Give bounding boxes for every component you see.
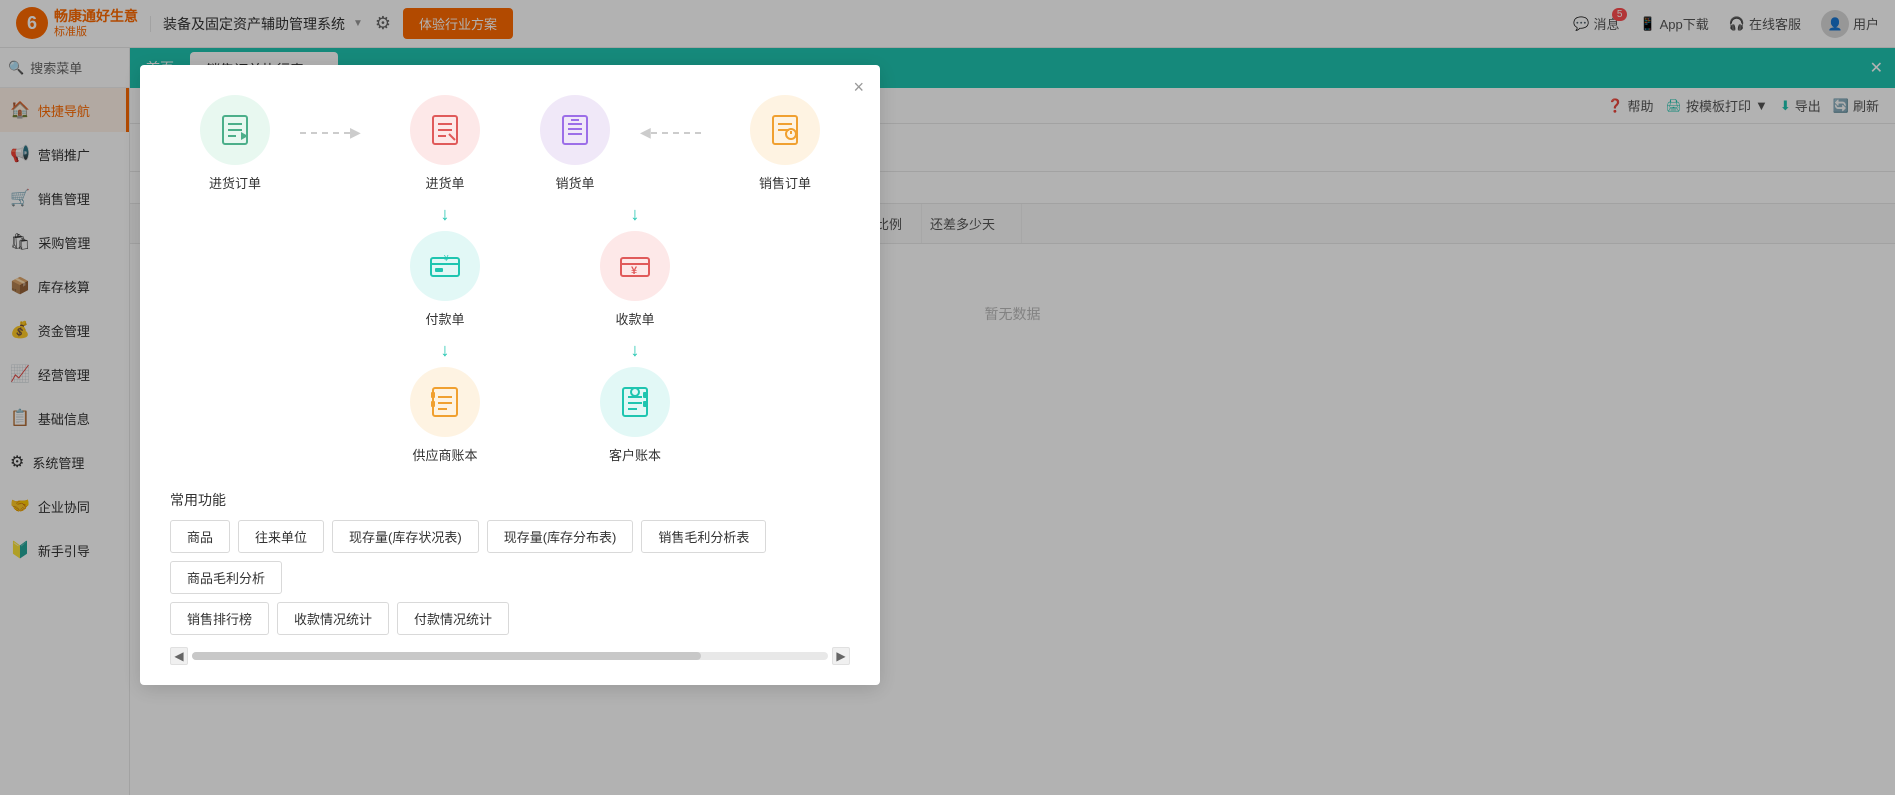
flow-node-customer-ledger[interactable]: 客户账本 — [570, 367, 700, 464]
sales-bill-circle — [540, 95, 610, 165]
supplier-ledger-icon — [427, 384, 463, 420]
func-product-profit-button[interactable]: 商品毛利分析 — [170, 561, 282, 594]
supplier-ledger-circle — [410, 367, 480, 437]
svg-text:¥: ¥ — [631, 265, 638, 277]
flow-diagram: 进货订单 ▶ — [170, 95, 850, 474]
common-title: 常用功能 — [170, 490, 850, 510]
arrow-purchase: ▶ — [300, 124, 380, 141]
func-product-button[interactable]: 商品 — [170, 520, 230, 553]
func-receipt-stats-button[interactable]: 收款情况统计 — [277, 602, 389, 635]
arrow-sales: ◀ — [640, 124, 720, 141]
receipt-circle: ¥ — [600, 231, 670, 301]
flow-node-purchase[interactable]: 进货单 — [380, 95, 510, 192]
flow-row-arrows2: ↓ ↓ — [170, 338, 850, 363]
popup-scrollbar: ◀ ▶ — [170, 647, 850, 665]
scrollbar-track[interactable] — [192, 652, 828, 660]
func-sales-profit-button[interactable]: 销售毛利分析表 — [641, 520, 766, 553]
svg-text:¥: ¥ — [443, 254, 449, 263]
func-sales-rank-button[interactable]: 销售排行榜 — [170, 602, 269, 635]
common-functions: 常用功能 商品 往来单位 现存量(库存状况表) 现存量(库存分布表) 销售毛利分… — [170, 490, 850, 635]
func-contacts-button[interactable]: 往来单位 — [238, 520, 324, 553]
func-grid-2: 销售排行榜 收款情况统计 付款情况统计 — [170, 602, 850, 635]
purchase-icon — [427, 112, 463, 148]
customer-ledger-icon — [617, 384, 653, 420]
flow-row-3: 供应商账本 客户账本 — [170, 367, 850, 464]
flow-row-1: 进货订单 ▶ — [170, 95, 850, 192]
func-stock-status-button[interactable]: 现存量(库存状况表) — [332, 520, 479, 553]
down-arrow-right: ↓ — [570, 202, 700, 227]
flow-row-arrows: ↓ ↓ — [170, 202, 850, 227]
flow-col-left: 进货订单 ▶ — [170, 95, 510, 192]
sales-bill-icon — [557, 112, 593, 148]
purchase-circle — [410, 95, 480, 165]
scrollbar-thumb — [192, 652, 701, 660]
flow-col-right: 销货单 ◀ — [510, 95, 850, 192]
customer-ledger-circle — [600, 367, 670, 437]
flow-node-payment[interactable]: ¥ 付款单 — [380, 231, 510, 328]
down-arrow-rec: ↓ — [570, 338, 700, 363]
flow-node-supplier-ledger[interactable]: 供应商账本 — [380, 367, 510, 464]
purchase-order-circle — [200, 95, 270, 165]
sales-order-icon — [767, 112, 803, 148]
receipt-icon: ¥ — [617, 248, 653, 284]
func-grid: 商品 往来单位 现存量(库存状况表) 现存量(库存分布表) 销售毛利分析表 商品… — [170, 520, 850, 594]
purchase-order-icon — [217, 112, 253, 148]
flow-node-receipt[interactable]: ¥ 收款单 — [570, 231, 700, 328]
flow-node-sales-bill[interactable]: 销货单 — [510, 95, 640, 192]
down-arrow-pay: ↓ — [380, 338, 510, 363]
payment-circle: ¥ — [410, 231, 480, 301]
flow-row-2: ¥ 付款单 ¥ 收款单 — [170, 231, 850, 328]
func-stock-dist-button[interactable]: 现存量(库存分布表) — [487, 520, 634, 553]
flow-node-purchase-order[interactable]: 进货订单 — [170, 95, 300, 192]
scroll-left-button[interactable]: ◀ — [170, 647, 188, 665]
popup-close-button[interactable]: × — [853, 77, 864, 98]
scroll-right-button[interactable]: ▶ — [832, 647, 850, 665]
payment-icon: ¥ — [427, 248, 463, 284]
func-payment-stats-button[interactable]: 付款情况统计 — [397, 602, 509, 635]
flow-node-sales-order[interactable]: 销售订单 — [720, 95, 850, 192]
flow-popup: × — [140, 65, 880, 685]
down-arrow-left: ↓ — [380, 202, 510, 227]
sales-order-circle — [750, 95, 820, 165]
